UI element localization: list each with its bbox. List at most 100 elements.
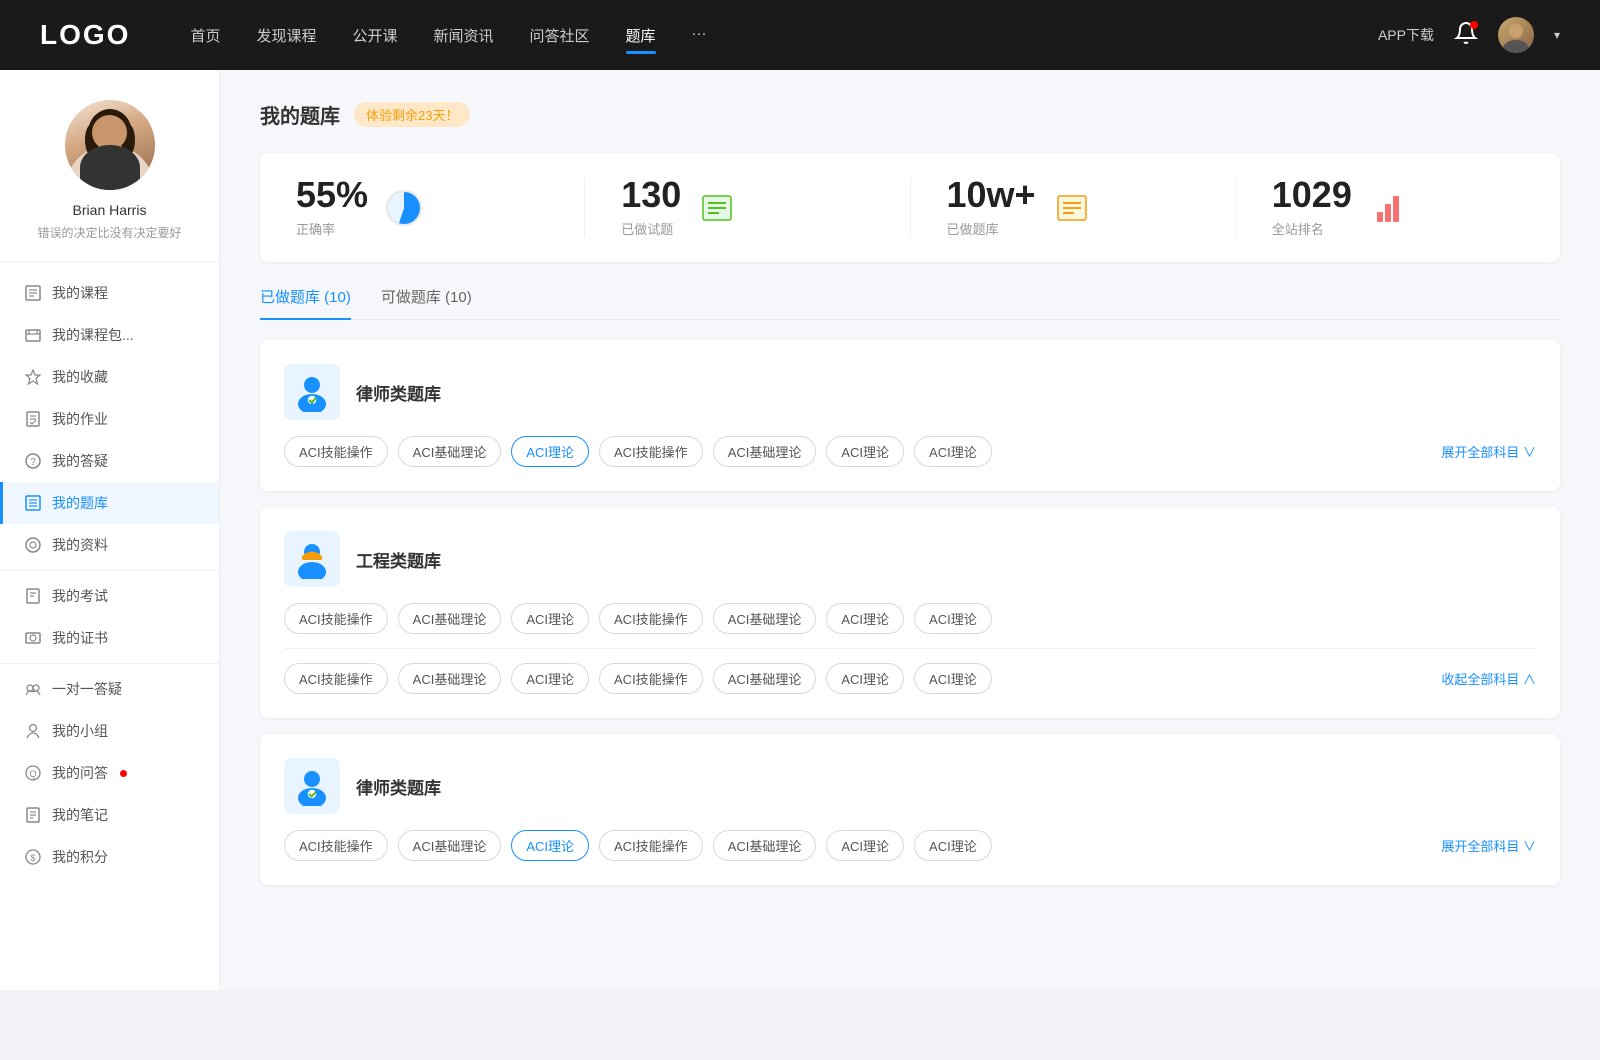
bank-tag-3-6[interactable]: ACI理论 (826, 830, 904, 861)
sidebar-item-questions[interactable]: ? 我的答疑 (0, 440, 219, 482)
stat-done-questions-icon (697, 188, 737, 228)
data-icon (24, 536, 42, 554)
bank-tag-3-4[interactable]: ACI技能操作 (599, 830, 703, 861)
bank-card-2-tags-row1: ACI技能操作 ACI基础理论 ACI理论 ACI技能操作 ACI基础理论 AC… (284, 603, 1536, 634)
avatar-placeholder (65, 100, 155, 190)
bank-tag-2-1[interactable]: ACI技能操作 (284, 603, 388, 634)
tab-available[interactable]: 可做题库 (10) (381, 286, 472, 319)
sidebar-item-qa-label: 我的问答 (52, 763, 108, 783)
bank-tag-1-5[interactable]: ACI基础理论 (713, 436, 817, 467)
nav-news[interactable]: 新闻资讯 (434, 21, 494, 50)
sidebar-item-oneone[interactable]: 一对一答疑 (0, 668, 219, 710)
sidebar-divider-2 (0, 663, 219, 664)
bank-tag-2-14[interactable]: ACI理论 (914, 663, 992, 694)
bank-card-1-header: 律师类题库 (284, 364, 1536, 420)
profile-name: Brian Harris (73, 202, 147, 218)
main-nav: 首页 发现课程 公开课 新闻资讯 问答社区 题库 ··· (190, 21, 1378, 50)
sidebar-item-bank[interactable]: 我的题库 (0, 482, 219, 524)
bank-tag-1-7[interactable]: ACI理论 (914, 436, 992, 467)
app-download[interactable]: APP下载 (1378, 25, 1434, 45)
sidebar-profile: Brian Harris 错误的决定比没有决定要好 (0, 100, 219, 262)
bank-tag-2-3[interactable]: ACI理论 (511, 603, 589, 634)
bank-tag-3-2[interactable]: ACI基础理论 (398, 830, 502, 861)
bank-tag-2-11[interactable]: ACI技能操作 (599, 663, 703, 694)
points-icon: $ (24, 848, 42, 866)
bank-tag-2-10[interactable]: ACI理论 (511, 663, 589, 694)
stat-done-banks-label: 已做题库 (947, 219, 1036, 238)
sidebar-item-group[interactable]: 我的小组 (0, 710, 219, 752)
nav-open-course[interactable]: 公开课 (352, 21, 397, 50)
stat-done-questions-text: 130 已做试题 (621, 177, 681, 238)
package-icon (24, 326, 42, 344)
bank-tag-2-9[interactable]: ACI基础理论 (398, 663, 502, 694)
group-icon (24, 722, 42, 740)
avatar[interactable] (1498, 17, 1534, 53)
bank-tag-1-4[interactable]: ACI技能操作 (599, 436, 703, 467)
sidebar-item-notes[interactable]: 我的笔记 (0, 794, 219, 836)
bank-icon (24, 494, 42, 512)
bank-tag-2-8[interactable]: ACI技能操作 (284, 663, 388, 694)
stat-done-banks: 10w+ 已做题库 (911, 177, 1236, 238)
stat-accuracy-value: 55% (296, 177, 368, 213)
profile-avatar (65, 100, 155, 190)
bank-card-3-expand[interactable]: 展开全部科目 ∨ (1441, 836, 1536, 855)
bank-tag-2-5[interactable]: ACI基础理论 (713, 603, 817, 634)
tab-done[interactable]: 已做题库 (10) (260, 286, 351, 319)
bank-tag-2-4[interactable]: ACI技能操作 (599, 603, 703, 634)
sidebar-item-data[interactable]: 我的资料 (0, 524, 219, 566)
sidebar-item-points[interactable]: $ 我的积分 (0, 836, 219, 878)
bank-tag-1-2[interactable]: ACI基础理论 (398, 436, 502, 467)
logo: LOGO (40, 19, 130, 51)
stat-done-banks-text: 10w+ 已做题库 (947, 177, 1036, 238)
sidebar-item-exam[interactable]: 我的考试 (0, 575, 219, 617)
bank-card-1-expand[interactable]: 展开全部科目 ∨ (1441, 442, 1536, 461)
profile-motto: 错误的决定比没有决定要好 (37, 224, 181, 241)
sidebar-item-course[interactable]: 我的课程 (0, 272, 219, 314)
bank-tag-2-6[interactable]: ACI理论 (826, 603, 904, 634)
stat-done-questions: 130 已做试题 (585, 177, 910, 238)
bank-tag-2-7[interactable]: ACI理论 (914, 603, 992, 634)
nav-more[interactable]: ··· (692, 21, 707, 50)
bank-tag-3-5[interactable]: ACI基础理论 (713, 830, 817, 861)
nav-home[interactable]: 首页 (190, 21, 220, 50)
stats-row: 55% 正确率 130 已做试题 (260, 153, 1560, 262)
sidebar-item-cert[interactable]: 我的证书 (0, 617, 219, 659)
course-icon (24, 284, 42, 302)
sidebar-item-package-label: 我的课程包... (52, 325, 134, 345)
notification-bell[interactable] (1454, 21, 1478, 50)
avatar-image (1498, 17, 1534, 53)
bank-tag-3-3[interactable]: ACI理论 (511, 830, 589, 861)
bank-tag-2-12[interactable]: ACI基础理论 (713, 663, 817, 694)
nav-bank[interactable]: 题库 (626, 21, 656, 50)
bank-card-2-divider (284, 648, 1536, 649)
bank-card-1-title: 律师类题库 (356, 380, 441, 405)
bank-tag-3-1[interactable]: ACI技能操作 (284, 830, 388, 861)
stat-accuracy-label: 正确率 (296, 219, 368, 238)
sidebar-item-qa[interactable]: Q 我的问答 (0, 752, 219, 794)
bank-card-1-icon (284, 364, 340, 420)
star-icon (24, 368, 42, 386)
bank-tag-1-6[interactable]: ACI理论 (826, 436, 904, 467)
bank-tag-2-2[interactable]: ACI基础理论 (398, 603, 502, 634)
nav-discover[interactable]: 发现课程 (256, 21, 316, 50)
stat-accuracy-icon (384, 188, 424, 228)
sidebar-item-questions-label: 我的答疑 (52, 451, 108, 471)
sidebar-item-favorites[interactable]: 我的收藏 (0, 356, 219, 398)
nav-qa[interactable]: 问答社区 (530, 21, 590, 50)
bank-tag-1-3[interactable]: ACI理论 (511, 436, 589, 467)
bank-tag-1-1[interactable]: ACI技能操作 (284, 436, 388, 467)
bank-tag-2-13[interactable]: ACI理论 (826, 663, 904, 694)
header-right: APP下载 ▾ (1378, 17, 1560, 53)
sidebar-item-notes-label: 我的笔记 (52, 805, 108, 825)
qa-icon: Q (24, 764, 42, 782)
sidebar-item-package[interactable]: 我的课程包... (0, 314, 219, 356)
bank-tag-3-7[interactable]: ACI理论 (914, 830, 992, 861)
sidebar-item-bank-label: 我的题库 (52, 493, 108, 513)
bank-card-2-expand[interactable]: 收起全部科目 ∧ (1441, 669, 1536, 688)
sidebar-item-homework[interactable]: 我的作业 (0, 398, 219, 440)
user-menu-chevron[interactable]: ▾ (1554, 28, 1560, 42)
note-icon (24, 806, 42, 824)
sidebar-menu: 我的课程 我的课程包... 我的收藏 我的作业 (0, 262, 219, 888)
stat-accuracy: 55% 正确率 (260, 177, 585, 238)
bank-card-2-header: 工程类题库 (284, 531, 1536, 587)
